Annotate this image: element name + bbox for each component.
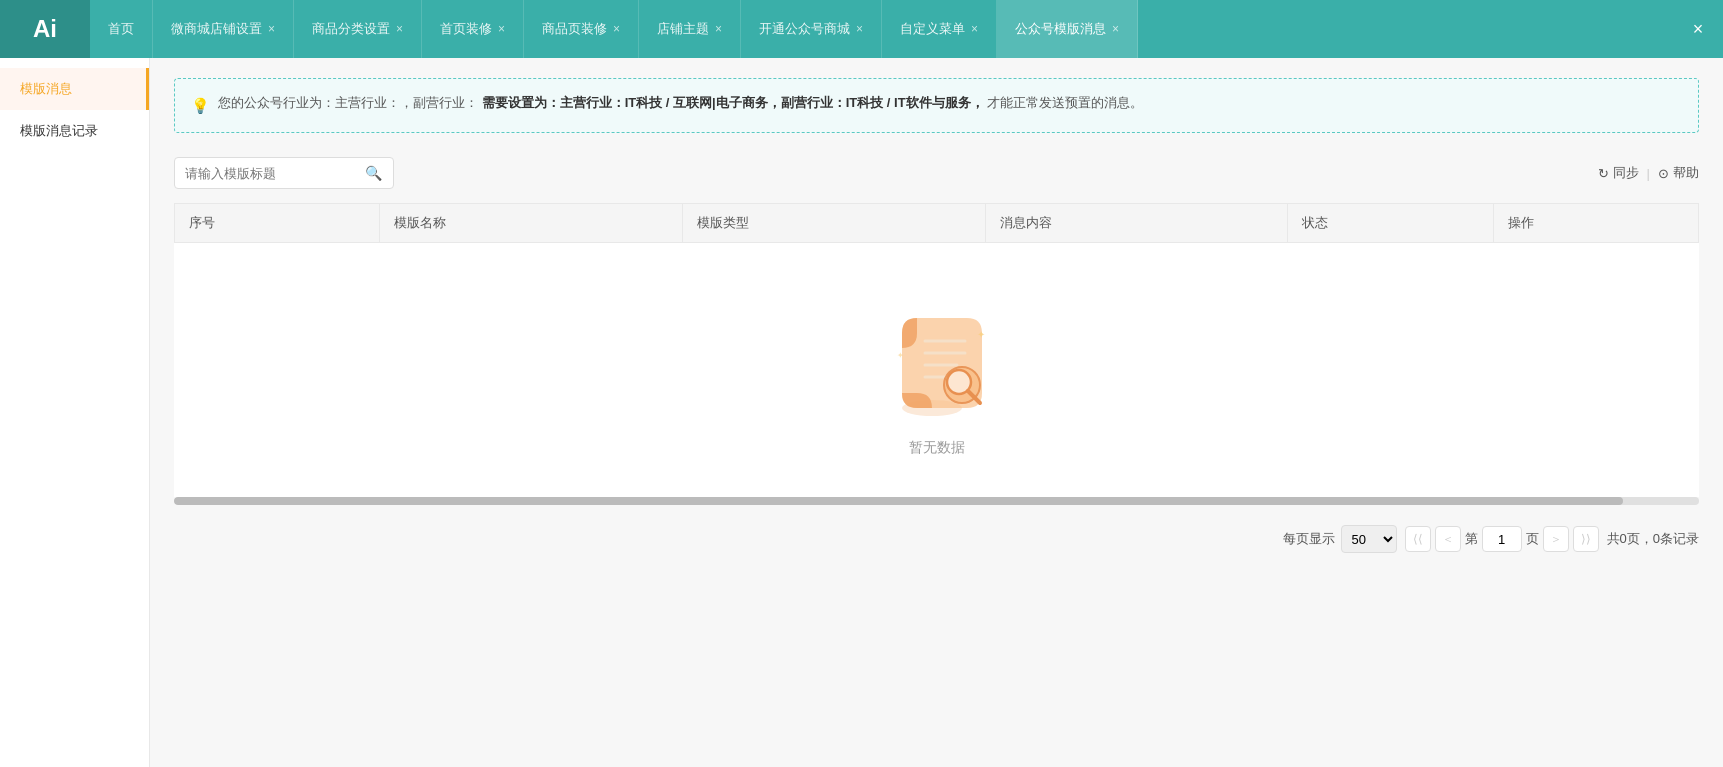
col-header-action: 操作 bbox=[1493, 204, 1698, 243]
prev-page-button[interactable]: ＜ bbox=[1435, 526, 1461, 552]
col-header-type: 模版类型 bbox=[682, 204, 985, 243]
first-page-button[interactable]: ⟨⟨ bbox=[1405, 526, 1431, 552]
help-circle-icon: ⊙ bbox=[1658, 166, 1669, 181]
notice-text: 您的公众号行业为：主营行业：，副营行业： 需要设置为：主营行业：IT科技 / 互… bbox=[218, 93, 1143, 114]
top-navigation: Ai 首页微商城店铺设置×商品分类设置×首页装修×商品页装修×店铺主题×开通公众… bbox=[0, 0, 1723, 58]
empty-state: ✦ ✦ 暂无数据 bbox=[175, 243, 1699, 497]
tab-close-home-decor[interactable]: × bbox=[498, 23, 505, 35]
col-header-seq: 序号 bbox=[175, 204, 380, 243]
search-bar: 🔍 ↻ 同步 | ⊙ 帮助 bbox=[174, 157, 1699, 189]
nav-tab-home[interactable]: 首页 bbox=[90, 0, 153, 58]
search-icon[interactable]: 🔍 bbox=[365, 165, 382, 181]
empty-state-cell: ✦ ✦ 暂无数据 bbox=[175, 243, 1699, 498]
bulb-icon: 💡 bbox=[191, 94, 210, 118]
per-page-select[interactable]: 102050100 bbox=[1341, 525, 1397, 553]
page-controls: ⟨⟨ ＜ 第 页 ＞ ⟩⟩ bbox=[1405, 526, 1599, 552]
nav-tab-shop-settings[interactable]: 微商城店铺设置× bbox=[153, 0, 294, 58]
notice-box: 💡 您的公众号行业为：主营行业：，副营行业： 需要设置为：主营行业：IT科技 /… bbox=[174, 78, 1699, 133]
next-page-button[interactable]: ＞ bbox=[1543, 526, 1569, 552]
nav-tab-home-decor[interactable]: 首页装修× bbox=[422, 0, 524, 58]
tab-close-category-settings[interactable]: × bbox=[396, 23, 403, 35]
pagination: 每页显示 102050100 ⟨⟨ ＜ 第 页 ＞ ⟩⟩ 共0页，0条记录 bbox=[174, 517, 1699, 561]
search-left: 🔍 bbox=[174, 157, 394, 189]
search-input[interactable] bbox=[185, 166, 365, 181]
sidebar: 模版消息模版消息记录 bbox=[0, 58, 150, 767]
tab-close-open-mall[interactable]: × bbox=[856, 23, 863, 35]
main-layout: 模版消息模版消息记录 💡 您的公众号行业为：主营行业：，副营行业： 需要设置为：… bbox=[0, 58, 1723, 767]
tab-close-store-theme[interactable]: × bbox=[715, 23, 722, 35]
col-header-name: 模版名称 bbox=[380, 204, 683, 243]
scrollbar-thumb bbox=[174, 497, 1623, 505]
search-right: ↻ 同步 | ⊙ 帮助 bbox=[1598, 164, 1699, 182]
nav-tab-store-theme[interactable]: 店铺主题× bbox=[639, 0, 741, 58]
svg-text:✦: ✦ bbox=[977, 329, 985, 340]
empty-text: 暂无数据 bbox=[909, 439, 965, 457]
refresh-icon: ↻ bbox=[1598, 166, 1609, 181]
nav-tab-product-decor[interactable]: 商品页装修× bbox=[524, 0, 639, 58]
empty-icon: ✦ ✦ bbox=[877, 303, 997, 423]
help-button[interactable]: ⊙ 帮助 bbox=[1658, 164, 1699, 182]
col-header-status: 状态 bbox=[1288, 204, 1493, 243]
last-page-button[interactable]: ⟩⟩ bbox=[1573, 526, 1599, 552]
close-all-button[interactable]: × bbox=[1673, 0, 1723, 58]
search-input-wrap[interactable]: 🔍 bbox=[174, 157, 394, 189]
sidebar-item-template-records[interactable]: 模版消息记录 bbox=[0, 110, 149, 152]
nav-tab-template-msg[interactable]: 公众号模版消息× bbox=[997, 0, 1138, 58]
per-page: 每页显示 102050100 bbox=[1283, 525, 1397, 553]
nav-tab-category-settings[interactable]: 商品分类设置× bbox=[294, 0, 422, 58]
sidebar-item-template-msg[interactable]: 模版消息 bbox=[0, 68, 149, 110]
page-suffix: 页 bbox=[1526, 530, 1539, 548]
tab-close-shop-settings[interactable]: × bbox=[268, 23, 275, 35]
col-header-content: 消息内容 bbox=[985, 204, 1288, 243]
data-table: 序号模版名称模版类型消息内容状态操作 bbox=[174, 203, 1699, 497]
tab-close-custom-menu[interactable]: × bbox=[971, 23, 978, 35]
tab-close-template-msg[interactable]: × bbox=[1112, 23, 1119, 35]
main-content: 💡 您的公众号行业为：主营行业：，副营行业： 需要设置为：主营行业：IT科技 /… bbox=[150, 58, 1723, 767]
page-label: 第 bbox=[1465, 530, 1478, 548]
nav-tabs: 首页微商城店铺设置×商品分类设置×首页装修×商品页装修×店铺主题×开通公众号商城… bbox=[90, 0, 1673, 58]
nav-tab-open-mall[interactable]: 开通公众号商城× bbox=[741, 0, 882, 58]
svg-text:✦: ✦ bbox=[897, 351, 904, 360]
nav-tab-custom-menu[interactable]: 自定义菜单× bbox=[882, 0, 997, 58]
total-info: 共0页，0条记录 bbox=[1607, 530, 1699, 548]
divider: | bbox=[1647, 166, 1650, 181]
per-page-label: 每页显示 bbox=[1283, 530, 1335, 548]
tab-close-product-decor[interactable]: × bbox=[613, 23, 620, 35]
page-number-input[interactable] bbox=[1482, 526, 1522, 552]
brand-logo: Ai bbox=[0, 0, 90, 58]
sync-button[interactable]: ↻ 同步 bbox=[1598, 164, 1639, 182]
horizontal-scrollbar[interactable] bbox=[174, 497, 1699, 505]
